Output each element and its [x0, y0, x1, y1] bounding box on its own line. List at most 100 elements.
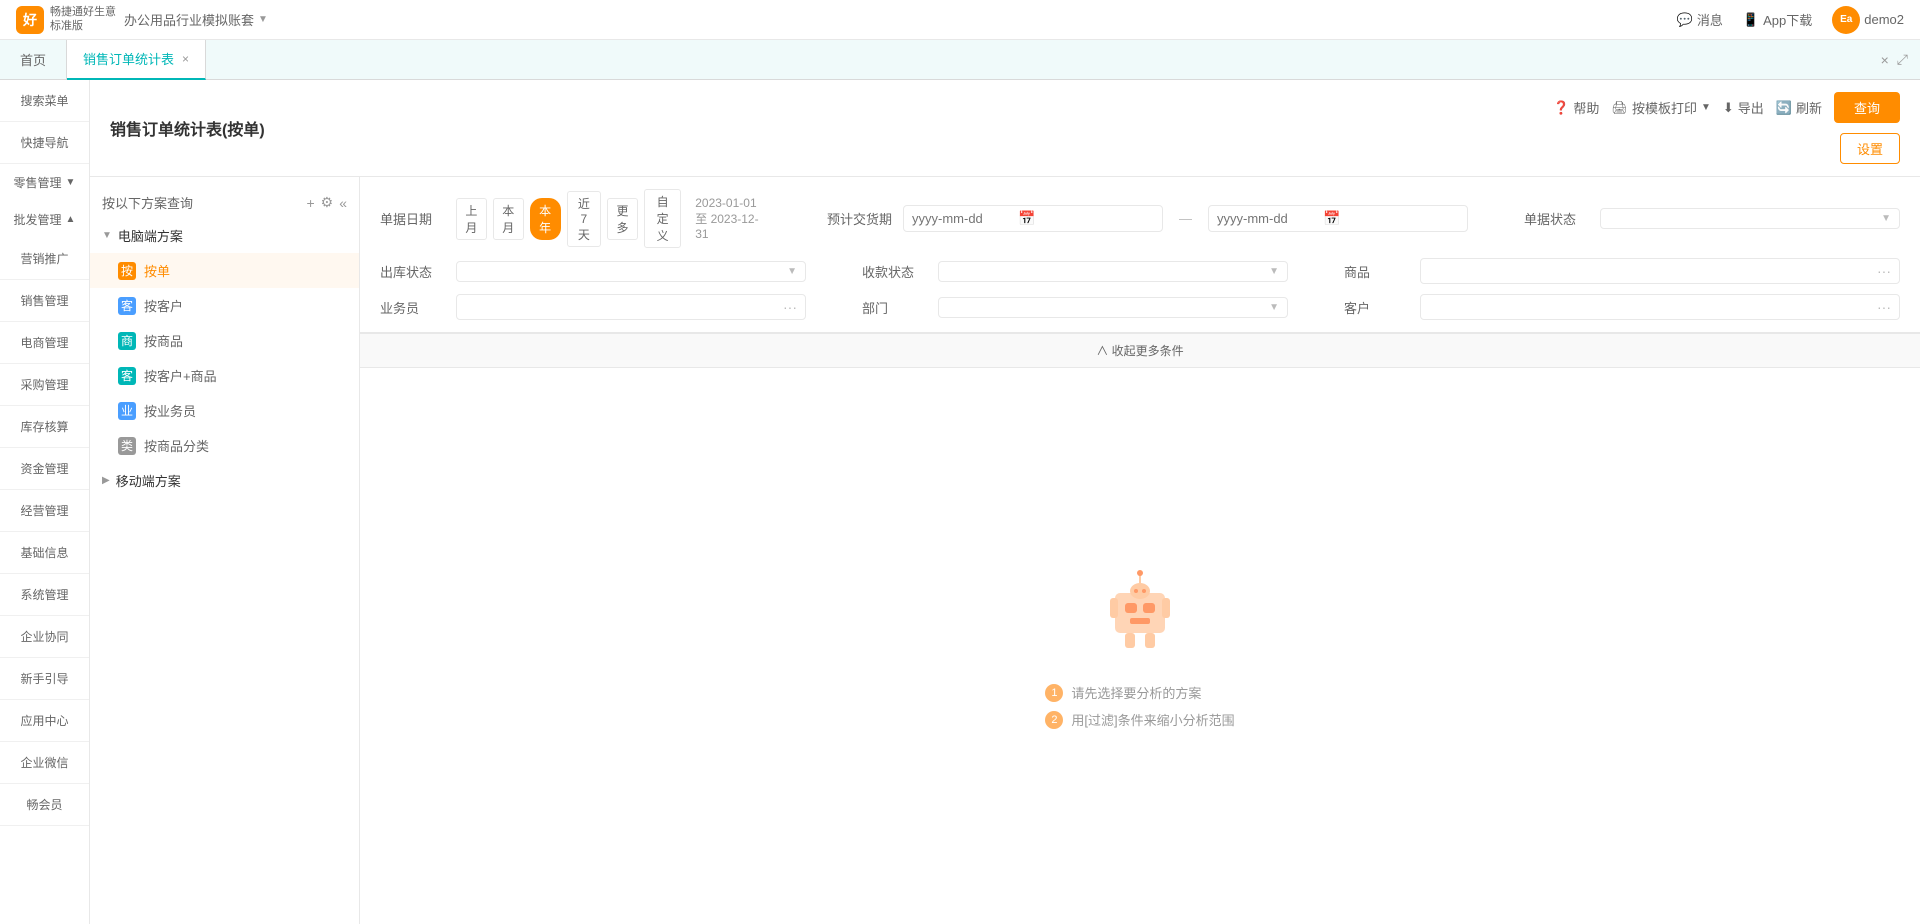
date-this-year-btn[interactable]: 本年	[530, 198, 561, 240]
wholesale-arrow-icon: ▲	[66, 214, 76, 225]
sidebar-item-search-menu[interactable]: 搜索菜单	[0, 80, 89, 122]
print-dropdown-icon: ▼	[1701, 102, 1711, 113]
product-input-area[interactable]: ···	[1420, 258, 1900, 284]
sidebar: 搜索菜单 快捷导航 零售管理 ▼ 批发管理 ▲ 营销推广 销售管理 电商管理 采…	[0, 80, 90, 924]
left-panel-title: 按以下方案查询	[102, 193, 193, 212]
scheme-settings-icon[interactable]: ⚙	[321, 194, 334, 211]
sidebar-item-app-center[interactable]: 应用中心	[0, 700, 89, 742]
scheme-icon-by-product: 商	[118, 332, 136, 350]
top-bar-right: 💬 消息 📱 App下载 Ea demo2	[1677, 6, 1904, 34]
payment-status-label: 收款状态	[862, 262, 922, 281]
delivery-status-dropdown-icon: ▼	[787, 266, 797, 277]
mobile-group-header[interactable]: ▶ 移动端方案	[90, 463, 359, 498]
left-panel-actions: + ⚙ «	[306, 194, 347, 211]
department-select[interactable]: ▼	[938, 297, 1288, 318]
expected-date-to-input[interactable]	[1217, 211, 1317, 226]
expected-date-from[interactable]: 📅	[903, 205, 1163, 232]
sidebar-item-purchase-mgmt[interactable]: 采购管理	[0, 364, 89, 406]
salesperson-dots-icon[interactable]: ···	[783, 299, 797, 315]
filter-row-2: 出库状态 ▼ 收款状态 ▼ 商品 ···	[380, 258, 1900, 284]
expected-date-label: 预计交货期	[827, 209, 887, 228]
collapse-label: ∧ 收起更多条件	[1096, 344, 1183, 358]
sidebar-item-capital-mgmt[interactable]: 资金管理	[0, 448, 89, 490]
salesperson-input-area[interactable]: ···	[456, 294, 806, 320]
sidebar-item-ecommerce-mgmt[interactable]: 电商管理	[0, 322, 89, 364]
expected-date-from-input[interactable]	[912, 211, 1012, 226]
sidebar-item-operation-mgmt[interactable]: 经营管理	[0, 490, 89, 532]
main-layout: 搜索菜单 快捷导航 零售管理 ▼ 批发管理 ▲ 营销推广 销售管理 电商管理 采…	[0, 80, 1920, 924]
right-panel: 单据日期 上月 本月 本年 近7天 更多 自定义 2023-01-01 至 20…	[360, 177, 1920, 924]
department-label: 部门	[862, 298, 922, 317]
sidebar-item-quick-nav[interactable]: 快捷导航	[0, 122, 89, 164]
sidebar-item-inventory-mgmt[interactable]: 库存核算	[0, 406, 89, 448]
sidebar-item-system-mgmt[interactable]: 系统管理	[0, 574, 89, 616]
date-more-btn[interactable]: 更多	[607, 198, 638, 240]
breadcrumb-dropdown-icon[interactable]: ▼	[258, 14, 268, 25]
scheme-item-by-product[interactable]: 商 按商品	[90, 323, 359, 358]
delivery-status-select[interactable]: ▼	[456, 261, 806, 282]
sidebar-item-enterprise[interactable]: 企业协同	[0, 616, 89, 658]
scheme-label-by-order: 按单	[144, 261, 170, 280]
expected-date-to[interactable]: 📅	[1208, 205, 1468, 232]
export-button[interactable]: ⬇ 导出	[1723, 98, 1764, 117]
window-maximize-icon[interactable]: ⤢	[1897, 51, 1908, 68]
scheme-item-by-customer[interactable]: 客 按客户	[90, 288, 359, 323]
customer-input[interactable]	[1429, 300, 1877, 315]
scheme-item-by-category[interactable]: 类 按商品分类	[90, 428, 359, 463]
sidebar-item-marketing[interactable]: 营销推广	[0, 238, 89, 280]
sidebar-item-wholesale-mgmt[interactable]: 批发管理 ▲	[0, 201, 89, 238]
help-button[interactable]: ❓ 帮助	[1553, 98, 1599, 117]
tab-sales-order-stats[interactable]: 销售订单统计表 ×	[67, 40, 206, 80]
user-avatar-area[interactable]: Ea demo2	[1832, 6, 1904, 34]
query-button[interactable]: 查询	[1834, 92, 1900, 123]
desktop-group-arrow-icon: ▼	[102, 230, 112, 241]
sidebar-item-enterprise-wechat[interactable]: 企业微信	[0, 742, 89, 784]
logo-text: 畅捷通好生意 标准版	[50, 6, 116, 32]
scheme-icon-by-salesperson: 业	[118, 402, 136, 420]
product-input[interactable]	[1429, 264, 1877, 279]
tab-close-icon[interactable]: ×	[182, 52, 189, 66]
date-this-month-btn[interactable]: 本月	[493, 198, 524, 240]
empty-tip-1: 1 请先选择要分析的方案	[1045, 683, 1234, 702]
help-icon: ❓	[1553, 100, 1569, 116]
collapse-panel-icon[interactable]: «	[339, 195, 347, 211]
add-scheme-icon[interactable]: +	[306, 195, 314, 211]
order-status-select[interactable]: ▼	[1600, 208, 1900, 229]
app-download-button[interactable]: 📱 App下载	[1743, 10, 1812, 29]
product-dots-icon[interactable]: ···	[1877, 263, 1891, 279]
order-status-label: 单据状态	[1524, 209, 1584, 228]
logo-icon: 好	[16, 6, 44, 34]
sidebar-item-retail-mgmt[interactable]: 零售管理 ▼	[0, 164, 89, 201]
mobile-scheme-group: ▶ 移动端方案	[90, 463, 359, 498]
customer-dots-icon[interactable]: ···	[1877, 299, 1891, 315]
sidebar-item-new-guide[interactable]: 新手引导	[0, 658, 89, 700]
customer-input-area[interactable]: ···	[1420, 294, 1900, 320]
payment-status-dropdown-icon: ▼	[1269, 266, 1279, 277]
desktop-group-header[interactable]: ▼ 电脑端方案	[90, 218, 359, 253]
scheme-item-by-customer-product[interactable]: 客 按客户+商品	[90, 358, 359, 393]
scheme-item-by-salesperson[interactable]: 业 按业务员	[90, 393, 359, 428]
tab-home[interactable]: 首页	[0, 40, 67, 80]
collapse-bar[interactable]: ∧ 收起更多条件	[360, 333, 1920, 368]
date-range-display: 2023-01-01 至 2023-12-31	[695, 196, 771, 241]
scheme-label-by-product: 按商品	[144, 331, 183, 350]
sidebar-item-basic-info[interactable]: 基础信息	[0, 532, 89, 574]
department-dropdown-icon: ▼	[1269, 302, 1279, 313]
tab-bar-right: × ⤢	[1881, 51, 1920, 68]
date-custom-btn[interactable]: 自定义	[644, 189, 681, 248]
date-7days-btn[interactable]: 近7天	[567, 191, 601, 247]
settings-button[interactable]: 设置	[1840, 133, 1900, 164]
payment-status-select[interactable]: ▼	[938, 261, 1288, 282]
top-bar-left: 好 畅捷通好生意 标准版 办公用品行业模拟账套 ▼	[16, 6, 268, 34]
content-area: 销售订单统计表(按单) ❓ 帮助 🖨 按模板打印 ▼	[90, 80, 1920, 924]
message-button[interactable]: 💬 消息	[1677, 10, 1723, 29]
window-close-icon[interactable]: ×	[1881, 52, 1889, 68]
sidebar-item-sales-mgmt[interactable]: 销售管理	[0, 280, 89, 322]
scheme-item-by-order[interactable]: 按 按单	[90, 253, 359, 288]
empty-state-image	[1090, 563, 1190, 663]
date-prev-month-btn[interactable]: 上月	[456, 198, 487, 240]
refresh-button[interactable]: 🔄 刷新	[1776, 98, 1822, 117]
sidebar-item-member[interactable]: 畅会员	[0, 784, 89, 826]
print-button[interactable]: 🖨 按模板打印 ▼	[1611, 98, 1710, 117]
salesperson-input[interactable]	[465, 300, 783, 315]
